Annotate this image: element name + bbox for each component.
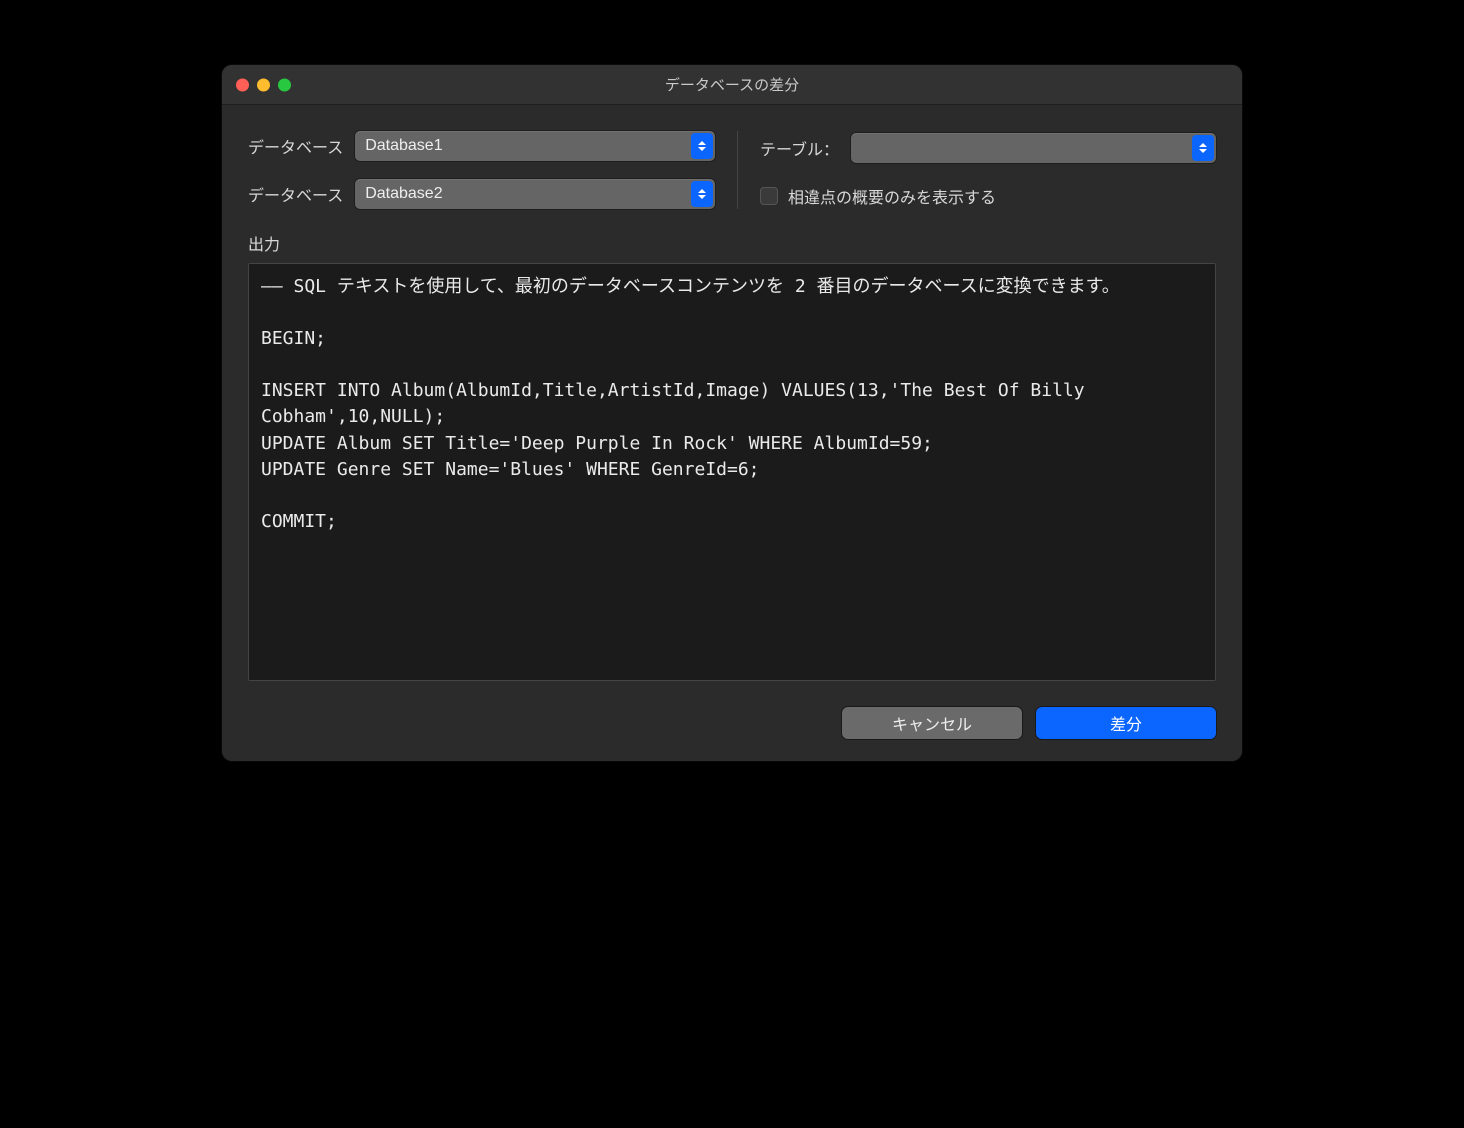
stepper-icon bbox=[691, 181, 713, 207]
output-label: 出力 bbox=[248, 231, 1216, 255]
cancel-button[interactable]: キャンセル bbox=[842, 707, 1022, 739]
options-column: テーブル： 相違点の概要のみを表示する bbox=[738, 131, 1216, 209]
window-title: データベースの差分 bbox=[222, 74, 1242, 95]
database2-value: Database2 bbox=[365, 185, 442, 203]
diff-button[interactable]: 差分 bbox=[1036, 707, 1216, 739]
database1-label: データベース bbox=[248, 134, 343, 158]
table-select[interactable] bbox=[851, 133, 1216, 163]
minimize-icon[interactable] bbox=[257, 78, 270, 91]
dialog-window: データベースの差分 データベース Database1 データベース Databa… bbox=[222, 65, 1242, 761]
table-label: テーブル： bbox=[760, 136, 839, 160]
cancel-button-label: キャンセル bbox=[892, 711, 972, 735]
traffic-lights bbox=[236, 78, 291, 91]
content-area: データベース Database1 データベース Database2 テーブル： bbox=[222, 105, 1242, 761]
controls-row: データベース Database1 データベース Database2 テーブル： bbox=[248, 131, 1216, 209]
database-column: データベース Database1 データベース Database2 bbox=[248, 131, 738, 209]
titlebar: データベースの差分 bbox=[222, 65, 1242, 105]
close-icon[interactable] bbox=[236, 78, 249, 91]
database2-label: データベース bbox=[248, 182, 343, 206]
diff-button-label: 差分 bbox=[1110, 711, 1142, 735]
stepper-icon bbox=[691, 133, 713, 159]
dialog-footer: キャンセル 差分 bbox=[248, 707, 1216, 739]
database1-select[interactable]: Database1 bbox=[355, 131, 715, 161]
stepper-icon bbox=[1192, 135, 1214, 161]
database1-value: Database1 bbox=[365, 137, 442, 155]
database2-select[interactable]: Database2 bbox=[355, 179, 715, 209]
summary-checkbox-label: 相違点の概要のみを表示する bbox=[788, 184, 996, 208]
summary-checkbox-row: 相違点の概要のみを表示する bbox=[760, 184, 1216, 208]
summary-checkbox[interactable] bbox=[760, 187, 778, 205]
output-textarea[interactable]: —— SQL テキストを使用して、最初のデータベースコンテンツを 2 番目のデー… bbox=[248, 263, 1216, 681]
zoom-icon[interactable] bbox=[278, 78, 291, 91]
